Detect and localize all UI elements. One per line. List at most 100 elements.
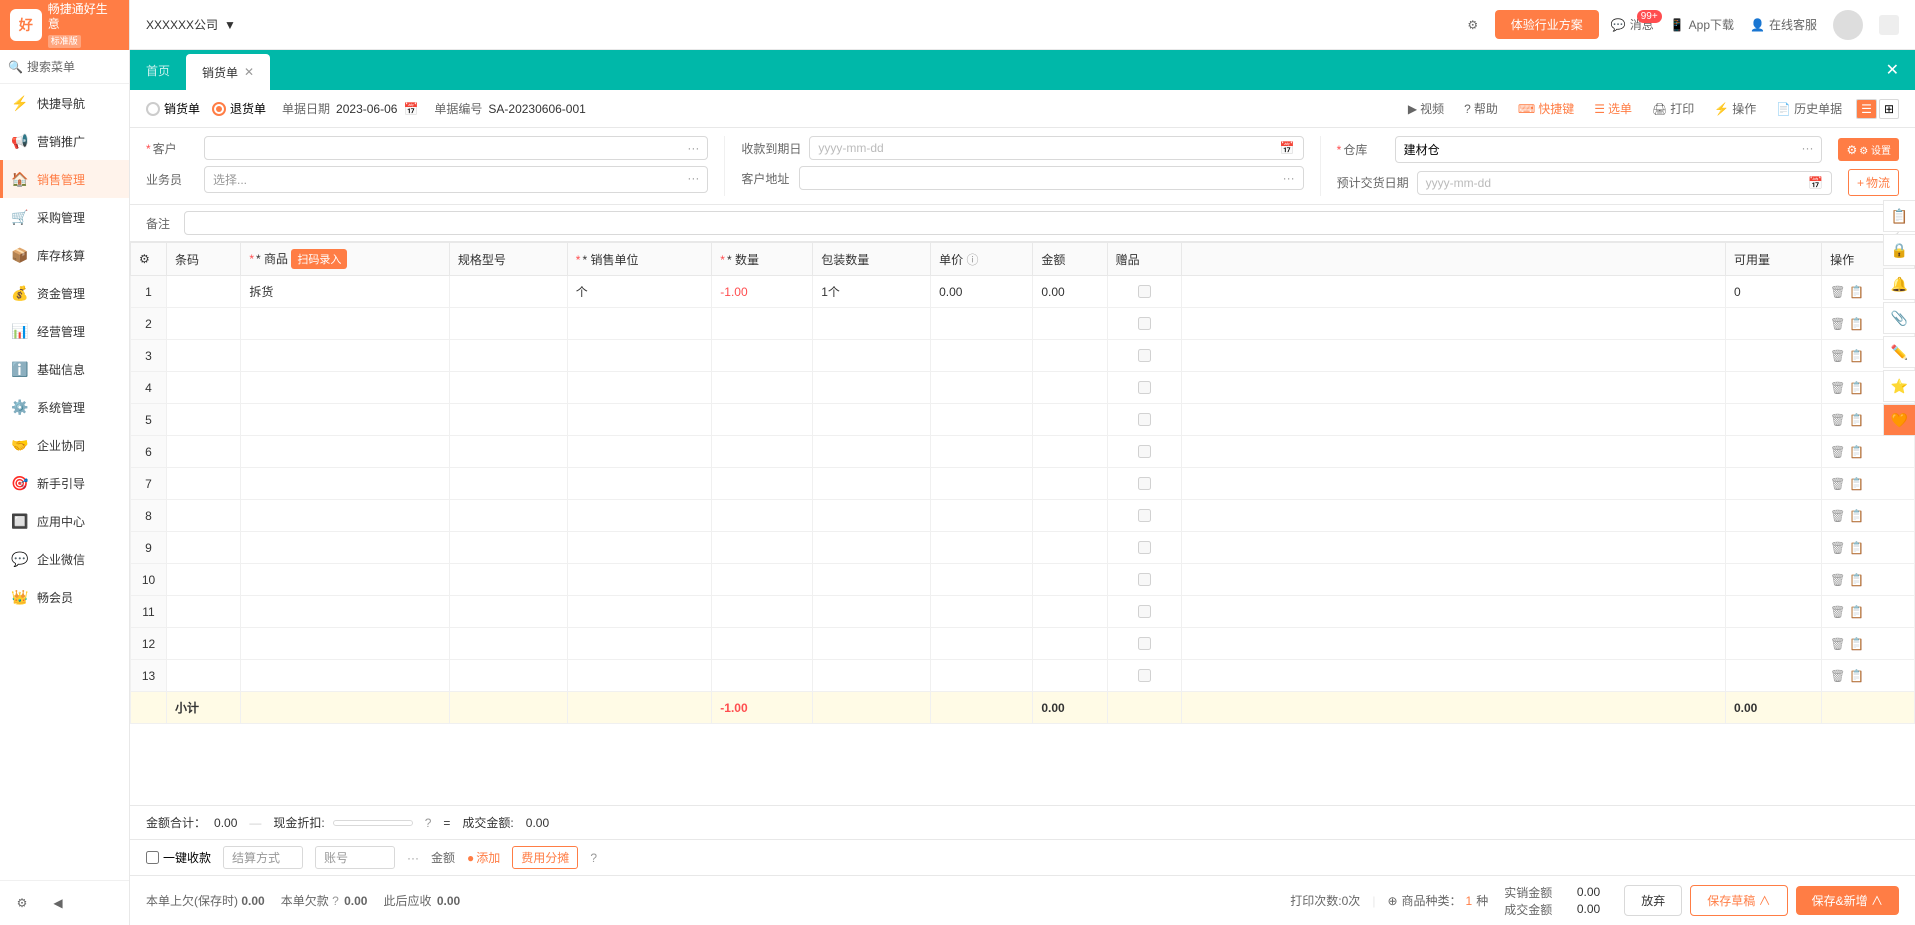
delete-icon[interactable]: 🗑 [1830,413,1845,427]
sidebar-item-marketing[interactable]: 📢 营销推广 [0,122,129,160]
float-orange-btn[interactable]: 🧡 [1883,404,1915,436]
due-date-input[interactable]: yyyy-mm-dd 📅 [809,136,1303,160]
float-lock-btn[interactable]: 🔒 [1883,234,1915,266]
user-menu-icon[interactable] [1879,15,1899,35]
payment-method-input[interactable]: 结算方式 [223,846,303,869]
gift-checkbox-1[interactable] [1138,285,1151,298]
delete-icon[interactable]: 🗑 [1830,573,1845,587]
cell-barcode-1[interactable] [167,276,241,308]
delete-icon[interactable]: 🗑 [1830,637,1845,651]
message-btn[interactable]: 💬 消息 99+ [1611,16,1654,33]
expense-help-icon[interactable]: ? [590,851,597,865]
delete-icon[interactable]: 🗑 [1830,381,1845,395]
copy-icon[interactable]: 📋 [1849,509,1864,523]
delete-icon[interactable]: 🗑 [1830,477,1845,491]
cell-price-1[interactable]: 0.00 [931,276,1033,308]
add-payment-btn[interactable]: ● 添加 [467,849,500,866]
sidebar-item-quick-nav[interactable]: ⚡ 快捷导航 [0,84,129,122]
delete-icon[interactable]: 🗑 [1830,669,1845,683]
list-view-btn[interactable]: ☰ [1856,99,1877,119]
discount-input[interactable] [333,820,413,826]
float-edit-btn[interactable]: ✏️ [1883,336,1915,368]
video-btn[interactable]: ▶ 视频 [1402,98,1450,119]
cell-pack-qty-1[interactable]: 1个 [813,276,931,308]
delete-icon[interactable]: 🗑 [1830,541,1845,555]
tabbar-close-btn[interactable]: ✕ [1870,60,1915,80]
float-clipboard-btn[interactable]: 📋 [1883,200,1915,232]
one-click-checkbox[interactable] [146,851,159,864]
settings-form-btn[interactable]: ⚙ ⚙ 设置 [1838,138,1899,161]
one-click-payment-checkbox[interactable]: 一键收款 [146,849,211,866]
owe-help-icon[interactable]: ? [332,894,339,908]
sidebar-item-member[interactable]: 👑 畅会员 [0,578,129,616]
delivery-calendar-icon[interactable]: 📅 [1808,176,1823,190]
tab-sales-order[interactable]: 销货单 ✕ [186,54,270,90]
sidebar-item-sales[interactable]: 🏠 销售管理 [0,160,129,198]
float-bell-btn[interactable]: 🔔 [1883,268,1915,300]
sidebar-item-system[interactable]: ⚙️ 系统管理 [0,388,129,426]
scan-barcode-btn[interactable]: 扫码录入 [291,249,347,269]
warehouse-dots[interactable]: ··· [1801,141,1813,158]
discount-help-icon[interactable]: ? [425,816,432,830]
cell-gift-1[interactable] [1107,276,1181,308]
remark-input[interactable] [184,211,1899,235]
copy-icon[interactable]: 📋 [1849,637,1864,651]
ops-btn[interactable]: ⚡ 操作 [1708,98,1762,119]
delete-icon[interactable]: 🗑 [1830,605,1845,619]
customer-address-input[interactable]: ··· [799,166,1303,190]
company-selector[interactable]: XXXXXX公司 ▼ [146,16,1451,33]
float-attach-btn[interactable]: 📎 [1883,302,1915,334]
copy-icon[interactable]: 📋 [1849,669,1864,683]
user-avatar[interactable] [1833,10,1863,40]
sidebar-item-purchase[interactable]: 🛒 采购管理 [0,198,129,236]
sidebar-item-guide[interactable]: 🎯 新手引导 [0,464,129,502]
customer-input[interactable]: ··· [204,136,708,160]
tab-home[interactable]: 首页 [130,50,186,90]
cell-amount-1[interactable]: 0.00 [1033,276,1107,308]
delete-icon[interactable]: 🗑 [1830,509,1845,523]
copy-row-1-icon[interactable]: 📋 [1849,285,1864,299]
save-draft-btn[interactable]: 保存草稿 ∧ [1690,885,1787,916]
tab-close-icon[interactable]: ✕ [244,65,254,79]
warehouse-input[interactable]: 建材仓 ··· [1395,136,1823,163]
grid-view-btn[interactable]: ⊞ [1879,99,1899,119]
print-btn[interactable]: 🖨 打印 [1646,98,1700,119]
delete-icon[interactable]: 🗑 [1830,349,1845,363]
cell-spec-1[interactable] [449,276,567,308]
copy-icon[interactable]: 📋 [1849,381,1864,395]
radio-return-order[interactable]: 退货单 [212,100,266,117]
expense-split-btn[interactable]: 费用分摊 [512,846,578,869]
logistics-btn[interactable]: + 物流 [1848,169,1899,196]
copy-icon[interactable]: 📋 [1849,413,1864,427]
copy-icon[interactable]: 📋 [1849,317,1864,331]
sidebar-item-wecom[interactable]: 💬 企业微信 [0,540,129,578]
copy-icon[interactable]: 📋 [1849,541,1864,555]
float-star-btn[interactable]: ⭐ [1883,370,1915,402]
app-download-btn[interactable]: 📱 App下载 [1670,16,1734,33]
customer-dots[interactable]: ··· [687,141,699,155]
history-btn[interactable]: 📄 历史单据 [1770,98,1848,119]
shortcut-btn[interactable]: ⌨ 快捷键 [1512,98,1580,119]
copy-icon[interactable]: 📋 [1849,445,1864,459]
delete-icon[interactable]: 🗑 [1830,445,1845,459]
select-btn[interactable]: ☰ 选单 [1588,98,1638,119]
cell-product-1[interactable]: 拆货 [241,276,450,308]
copy-icon[interactable]: 📋 [1849,605,1864,619]
sidebar-item-finance[interactable]: 💰 资金管理 [0,274,129,312]
sidebar-collapse-btn[interactable]: ◀ [44,889,72,917]
salesperson-input[interactable]: 选择... ··· [204,166,708,193]
radio-sales-order[interactable]: 销货单 [146,100,200,117]
discard-btn[interactable]: 放弃 [1624,885,1682,916]
sidebar-item-inventory[interactable]: 📦 库存核算 [0,236,129,274]
trial-btn[interactable]: 体验行业方案 [1495,10,1599,39]
sidebar-item-collaboration[interactable]: 🤝 企业协同 [0,426,129,464]
sidebar-item-apps[interactable]: 🔲 应用中心 [0,502,129,540]
delete-row-1-icon[interactable]: 🗑 [1830,285,1845,299]
delete-icon[interactable]: 🗑 [1830,317,1845,331]
calendar-icon[interactable]: 📅 [403,102,418,116]
copy-icon[interactable]: 📋 [1849,477,1864,491]
sidebar-settings-btn[interactable]: ⚙ [8,889,36,917]
delivery-date-input[interactable]: yyyy-mm-dd 📅 [1417,171,1832,195]
sidebar-item-basic-info[interactable]: ℹ️ 基础信息 [0,350,129,388]
cell-qty-1[interactable]: -1.00 [712,276,813,308]
